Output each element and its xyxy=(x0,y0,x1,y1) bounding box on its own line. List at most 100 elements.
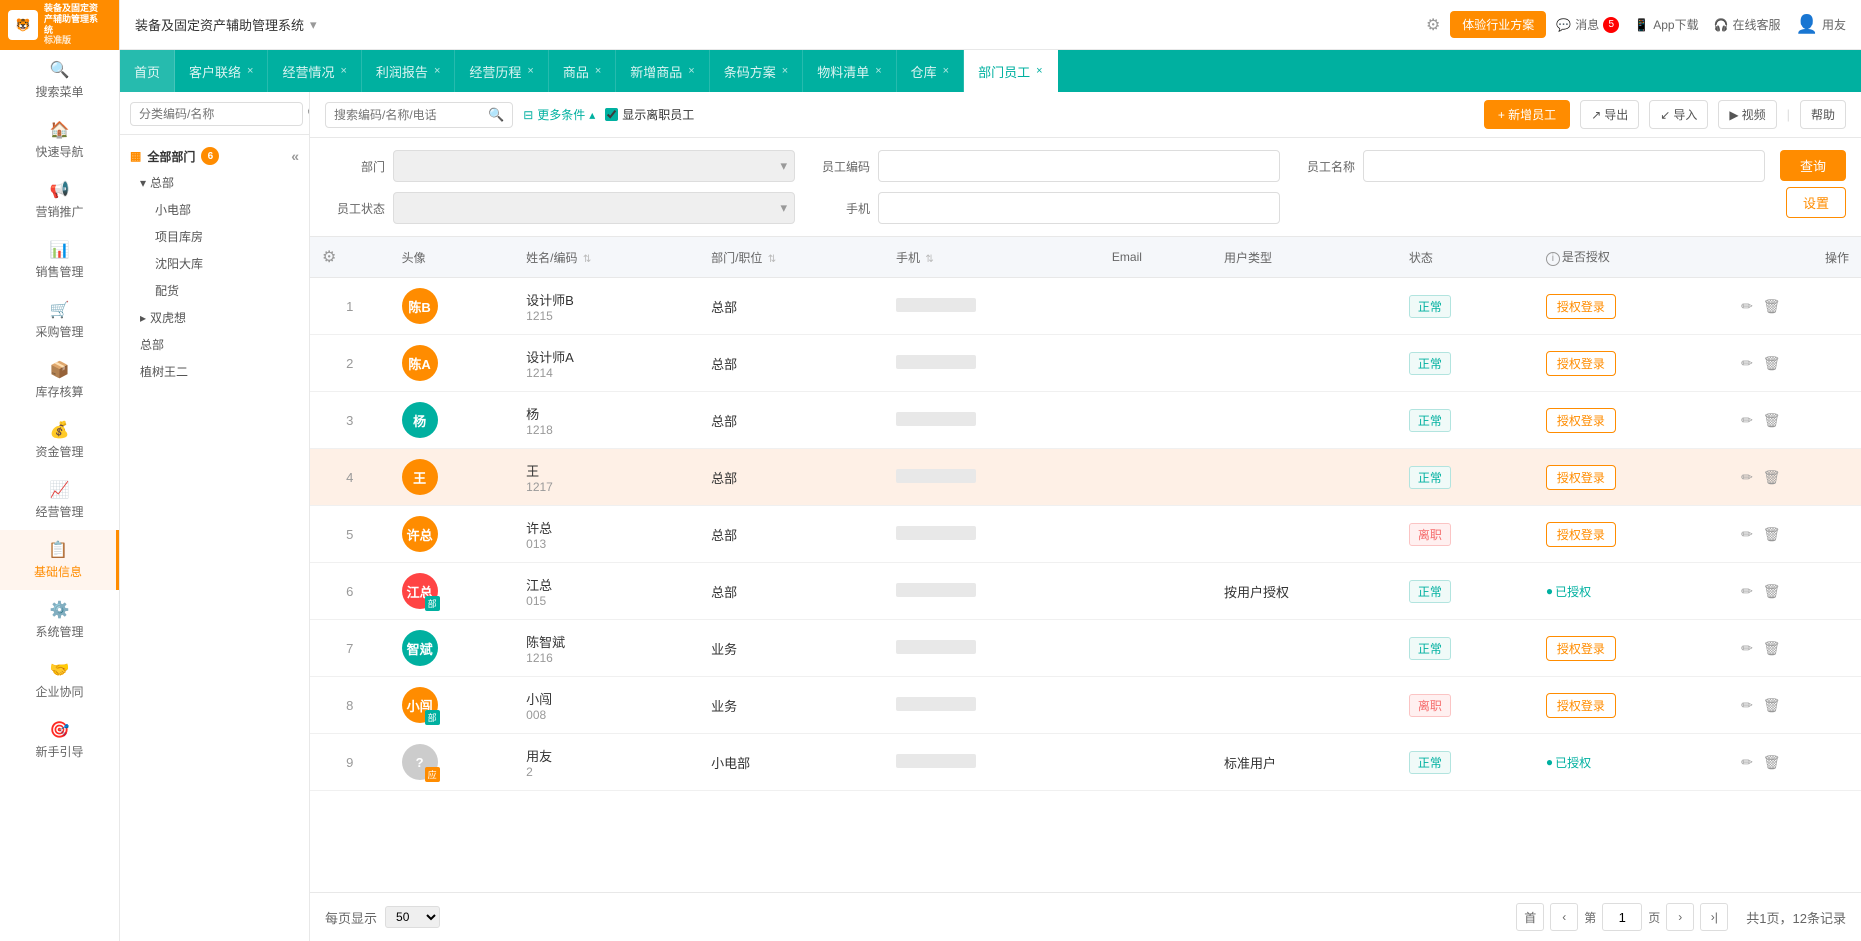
auth-login-button[interactable]: 授权登录 xyxy=(1546,636,1616,661)
dept-search-input[interactable] xyxy=(130,102,303,126)
delete-icon[interactable]: 🗑 xyxy=(1763,412,1781,429)
user-menu[interactable]: 👤 用友 xyxy=(1796,14,1846,35)
close-icon[interactable]: × xyxy=(527,65,533,77)
employee-code-input[interactable] xyxy=(878,150,1280,182)
edit-icon[interactable]: ✏ xyxy=(1741,526,1753,543)
edit-icon[interactable]: ✏ xyxy=(1741,469,1753,486)
sidebar-item-nav[interactable]: 🏠 快速导航 xyxy=(0,110,119,170)
edit-icon[interactable]: ✏ xyxy=(1741,754,1753,771)
sidebar-item-basic-info[interactable]: 📋 基础信息 xyxy=(0,530,119,590)
sidebar-item-guide[interactable]: 🎯 新手引导 xyxy=(0,710,119,770)
delete-icon[interactable]: 🗑 xyxy=(1763,697,1781,714)
edit-icon[interactable]: ✏ xyxy=(1741,697,1753,714)
set-button[interactable]: 设置 xyxy=(1786,187,1846,218)
auth-login-button[interactable]: 授权登录 xyxy=(1546,465,1616,490)
sidebar-item-search[interactable]: 🔍 搜索菜单 xyxy=(0,50,119,110)
tab-customer[interactable]: 客户联络× xyxy=(175,50,268,92)
last-page-btn[interactable]: ›| xyxy=(1700,903,1728,931)
page-input[interactable] xyxy=(1602,903,1642,931)
dept-select[interactable] xyxy=(393,150,795,182)
tab-home[interactable]: 首页 xyxy=(120,50,175,92)
close-icon[interactable]: × xyxy=(943,65,949,77)
filter-search-box[interactable]: 🔍 xyxy=(325,102,513,128)
tab-employee[interactable]: 部门员工× xyxy=(964,50,1057,92)
sidebar-item-operations[interactable]: 📈 经营管理 xyxy=(0,470,119,530)
close-icon[interactable]: × xyxy=(782,65,788,77)
delete-icon[interactable]: 🗑 xyxy=(1763,754,1781,771)
close-icon[interactable]: × xyxy=(247,65,253,77)
dept-node-general[interactable]: ▾ 总部 xyxy=(130,169,309,196)
delete-icon[interactable]: 🗑 xyxy=(1763,355,1781,372)
auth-login-button[interactable]: 授权登录 xyxy=(1546,522,1616,547)
auth-login-button[interactable]: 授权登录 xyxy=(1546,693,1616,718)
tab-add-goods[interactable]: 新增商品× xyxy=(616,50,709,92)
dept-node-project[interactable]: 项目库房 xyxy=(145,223,309,250)
auth-login-button[interactable]: 授权登录 xyxy=(1546,408,1616,433)
dept-node-shenyang[interactable]: 沈阳大库 xyxy=(145,250,309,277)
close-icon[interactable]: × xyxy=(595,65,601,77)
per-page-select[interactable]: 50 100 xyxy=(385,906,440,928)
close-icon[interactable]: × xyxy=(875,65,881,77)
auth-login-button[interactable]: 授权登录 xyxy=(1546,294,1616,319)
delete-icon[interactable]: 🗑 xyxy=(1763,469,1781,486)
close-icon[interactable]: × xyxy=(434,65,440,77)
tab-warehouse[interactable]: 仓库× xyxy=(897,50,964,92)
filter-search-input[interactable] xyxy=(334,108,484,122)
show-resigned-checkbox[interactable] xyxy=(605,108,618,121)
col-phone[interactable]: 手机 ⇅ xyxy=(884,237,1100,278)
delete-icon[interactable]: 🗑 xyxy=(1763,526,1781,543)
sidebar-item-purchase[interactable]: 🛒 采购管理 xyxy=(0,290,119,350)
edit-icon[interactable]: ✏ xyxy=(1741,640,1753,657)
message-btn[interactable]: 💬 消息 5 xyxy=(1556,16,1619,33)
dept-node-distribution[interactable]: 配货 xyxy=(145,277,309,304)
col-dept-role[interactable]: 部门/职位 ⇅ xyxy=(699,237,884,278)
import-button[interactable]: ↙ 导入 xyxy=(1649,100,1708,129)
sidebar-item-marketing[interactable]: 📢 营销推广 xyxy=(0,170,119,230)
sidebar-item-sales[interactable]: 📊 销售管理 xyxy=(0,230,119,290)
col-name-code[interactable]: 姓名/编码 ⇅ xyxy=(514,237,699,278)
show-resigned-toggle[interactable]: 显示离职员工 xyxy=(605,106,694,123)
edit-icon[interactable]: ✏ xyxy=(1741,298,1753,315)
dept-node-headquarters[interactable]: 总部 xyxy=(130,331,309,358)
delete-icon[interactable]: 🗑 xyxy=(1763,583,1781,600)
trial-button[interactable]: 体验行业方案 xyxy=(1450,11,1546,38)
close-icon[interactable]: × xyxy=(1036,65,1042,77)
add-employee-button[interactable]: + 新增员工 xyxy=(1484,100,1570,129)
app-download-btn[interactable]: 📱 App下载 xyxy=(1634,16,1698,33)
close-icon[interactable]: × xyxy=(340,65,346,77)
collapse-icon[interactable]: « xyxy=(291,148,299,164)
delete-icon[interactable]: 🗑 xyxy=(1763,640,1781,657)
sidebar-item-finance[interactable]: 💰 资金管理 xyxy=(0,410,119,470)
delete-icon[interactable]: 🗑 xyxy=(1763,298,1781,315)
settings-icon-btn[interactable]: ⚙ xyxy=(1426,15,1440,35)
export-button[interactable]: ↗ 导出 xyxy=(1580,100,1639,129)
search-button[interactable]: 查询 xyxy=(1780,150,1846,181)
prev-page-btn[interactable]: ‹ xyxy=(1550,903,1578,931)
all-dept-header[interactable]: ▦ 全部部门 6 « xyxy=(120,143,309,169)
help-button[interactable]: 帮助 xyxy=(1800,100,1846,129)
auth-login-button[interactable]: 授权登录 xyxy=(1546,351,1616,376)
close-icon[interactable]: × xyxy=(688,65,694,77)
employee-name-input[interactable] xyxy=(1363,150,1765,182)
first-page-btn[interactable]: 首 xyxy=(1516,903,1544,931)
edit-icon[interactable]: ✏ xyxy=(1741,583,1753,600)
tab-bom[interactable]: 物料清单× xyxy=(803,50,896,92)
edit-icon[interactable]: ✏ xyxy=(1741,412,1753,429)
next-page-btn[interactable]: › xyxy=(1666,903,1694,931)
online-service-btn[interactable]: 🎧 在线客服 xyxy=(1714,16,1781,33)
more-conditions-btn[interactable]: ⊟ 更多条件 ▴ xyxy=(523,106,595,123)
dept-node-small-elec[interactable]: 小电部 xyxy=(145,196,309,223)
tab-operations[interactable]: 经营情况× xyxy=(268,50,361,92)
sidebar-item-system[interactable]: ⚙️ 系统管理 xyxy=(0,590,119,650)
dept-node-shuanghu[interactable]: ▸ 双虎想 xyxy=(130,304,309,331)
tab-barcode[interactable]: 条码方案× xyxy=(710,50,803,92)
sidebar-item-inventory[interactable]: 📦 库存核算 xyxy=(0,350,119,410)
tab-goods[interactable]: 商品× xyxy=(549,50,616,92)
view-button[interactable]: ▶ 视频 xyxy=(1718,100,1776,129)
dept-node-zhushu[interactable]: 植树王二 xyxy=(130,358,309,385)
phone-input[interactable] xyxy=(878,192,1280,224)
status-select[interactable] xyxy=(393,192,795,224)
sidebar-item-collab[interactable]: 🤝 企业协同 xyxy=(0,650,119,710)
edit-icon[interactable]: ✏ xyxy=(1741,355,1753,372)
col-settings[interactable]: ⚙ xyxy=(310,237,390,278)
